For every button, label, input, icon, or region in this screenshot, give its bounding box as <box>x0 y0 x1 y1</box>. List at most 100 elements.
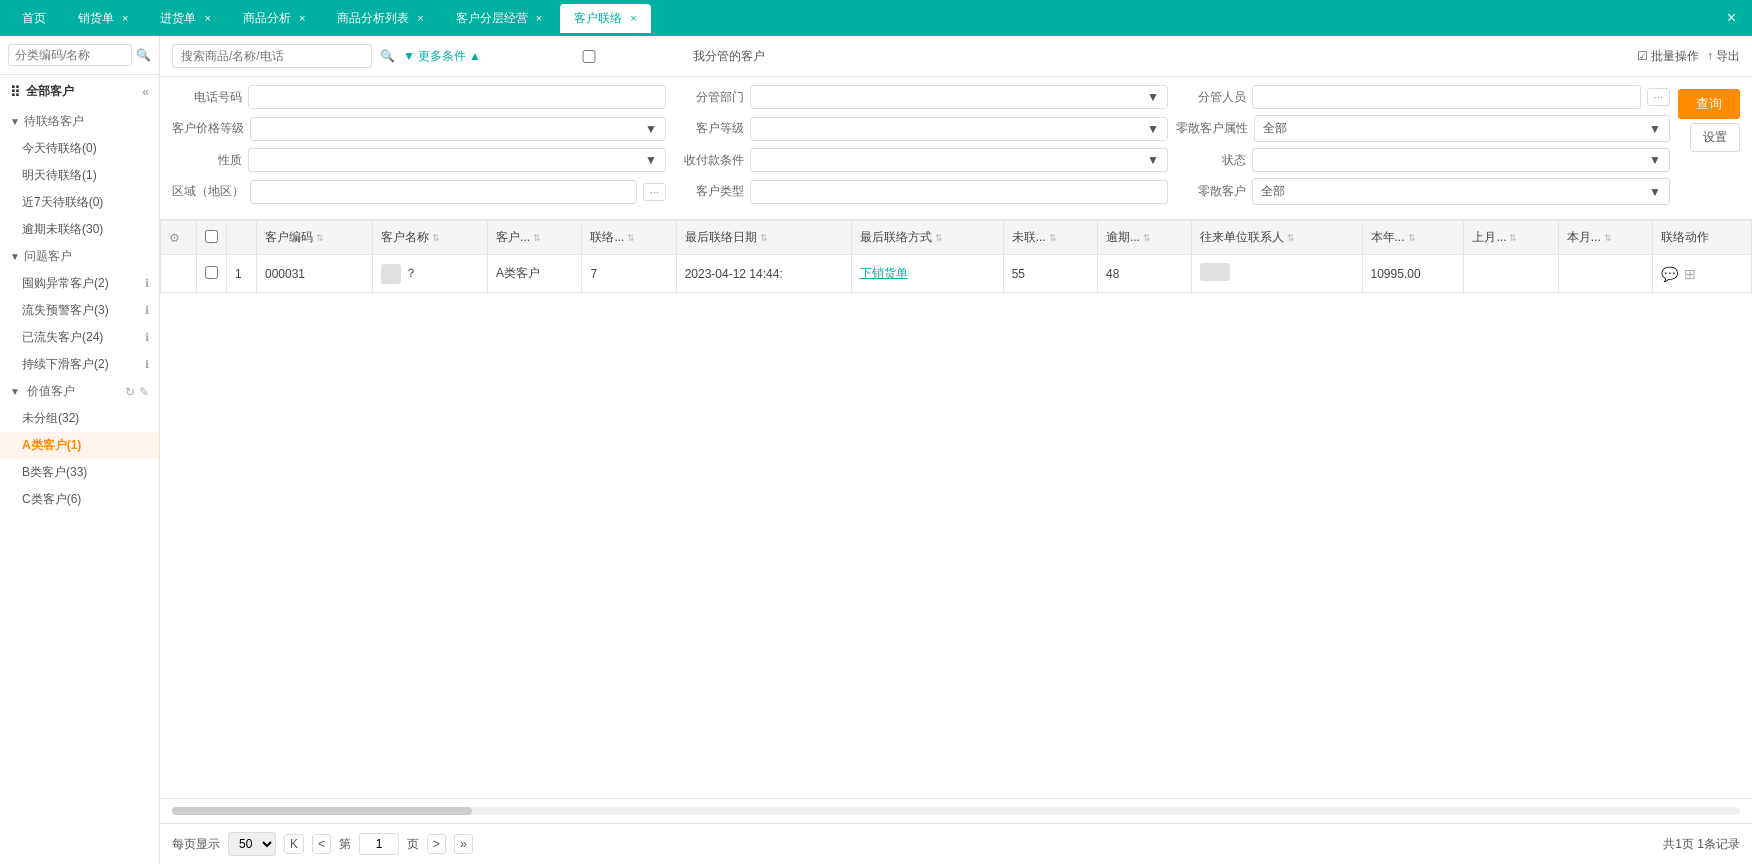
sidebar-search-area: 🔍 <box>0 36 159 75</box>
sidebar-section-problem[interactable]: ▼ 问题客户 <box>0 243 159 270</box>
nav-purchase[interactable]: 进货单 × <box>146 4 224 33</box>
status-select[interactable]: ▼ <box>1252 148 1670 172</box>
th-last-month[interactable]: 上月... ⇅ <box>1464 221 1558 255</box>
td-last-contact-method[interactable]: 下销货单 <box>851 255 1003 293</box>
sidebar-search-icon[interactable]: 🔍 <box>136 48 151 62</box>
sidebar-item-unclassified[interactable]: 未分组(32) <box>0 405 159 432</box>
phone-input[interactable] <box>248 85 666 109</box>
select-all-checkbox[interactable] <box>205 230 218 243</box>
sidebar-section-pending[interactable]: ▼ 待联络客户 <box>0 108 159 135</box>
close-goods-analysis-icon[interactable]: × <box>299 12 305 24</box>
close-purchase-icon[interactable]: × <box>204 12 210 24</box>
qr-action-icon[interactable]: ⊞ <box>1684 266 1696 282</box>
export-btn[interactable]: ↑ 导出 <box>1707 48 1740 65</box>
person-more-btn[interactable]: ··· <box>1647 88 1670 106</box>
settings-icon[interactable]: ⚙ <box>169 231 180 245</box>
sidebar-item-hoarding[interactable]: 囤购异常客户(2) ℹ <box>0 270 159 297</box>
contact-method-link[interactable]: 下销货单 <box>860 266 908 280</box>
th-customer-type[interactable]: 客户... ⇅ <box>488 221 582 255</box>
query-btn[interactable]: 查询 <box>1678 89 1740 119</box>
customer-avatar <box>381 264 401 284</box>
sidebar-item-declining[interactable]: 持续下滑客户(2) ℹ <box>0 351 159 378</box>
nav-sales[interactable]: 销货单 × <box>64 4 142 33</box>
nature-select[interactable]: ▼ <box>248 148 666 172</box>
filter-row-4: 区域（地区） ··· 客户类型 零散客户 全部▼ <box>172 178 1670 205</box>
region-input[interactable] <box>250 180 637 204</box>
customer-type-input[interactable] <box>750 180 1168 204</box>
sidebar-item-churned[interactable]: 已流失客户(24) ℹ <box>0 324 159 351</box>
filter-cell-customer-type: 客户类型 <box>674 180 1168 204</box>
prev-page-btn[interactable]: < <box>312 834 331 854</box>
th-unit-contact[interactable]: 往来单位联系人 ⇅ <box>1192 221 1362 255</box>
first-page-btn[interactable]: K <box>284 834 304 854</box>
nav-home[interactable]: 首页 <box>8 4 60 33</box>
th-last-contact-method[interactable]: 最后联络方式 ⇅ <box>851 221 1003 255</box>
sidebar-item-today[interactable]: 今天待联络(0) <box>0 135 159 162</box>
unit-contact-avatar <box>1200 263 1230 281</box>
last-page-btn[interactable]: » <box>454 834 473 854</box>
th-last-contact-date[interactable]: 最后联络日期 ⇅ <box>676 221 851 255</box>
next-page-btn[interactable]: > <box>427 834 446 854</box>
my-customers-input[interactable] <box>489 50 689 63</box>
sidebar-collapse-icon[interactable]: « <box>142 85 149 99</box>
refresh-icon[interactable]: ↻ <box>125 385 135 399</box>
close-goods-list-icon[interactable]: × <box>417 12 423 24</box>
search-input[interactable] <box>172 44 372 68</box>
settings-btn[interactable]: 设置 <box>1690 123 1740 152</box>
sidebar-item-tomorrow[interactable]: 明天待联络(1) <box>0 162 159 189</box>
sidebar-item-class-c[interactable]: C类客户(6) <box>0 486 159 513</box>
arrow-icon-value: ▼ <box>10 386 20 397</box>
th-customer-code[interactable]: 客户编码 ⇅ <box>257 221 373 255</box>
payment-select[interactable]: ▼ <box>750 148 1168 172</box>
scrollbar-thumb[interactable] <box>172 807 472 815</box>
sidebar-item-7days[interactable]: 近7天待联络(0) <box>0 189 159 216</box>
dept-select[interactable]: ▼ <box>750 85 1168 109</box>
close-all-btn[interactable]: × <box>1719 9 1744 27</box>
th-contact-count[interactable]: 联络... ⇅ <box>582 221 676 255</box>
scrollbar-track[interactable] <box>172 807 1740 815</box>
arrow-icon-problem: ▼ <box>10 251 20 262</box>
nav-customer-contact[interactable]: 客户联络 × <box>560 4 650 33</box>
th-customer-name[interactable]: 客户名称 ⇅ <box>372 221 488 255</box>
region-more-btn[interactable]: ··· <box>643 183 666 201</box>
retail-customer-select[interactable]: 全部▼ <box>1252 178 1670 205</box>
sort-icon4: ⇅ <box>627 233 635 243</box>
sidebar-section-value[interactable]: ▼ 价值客户 ↻ ✎ <box>0 378 159 405</box>
page-input[interactable] <box>359 833 399 855</box>
close-sales-icon[interactable]: × <box>122 12 128 24</box>
person-input[interactable] <box>1252 85 1641 109</box>
top-nav: 首页 销货单 × 进货单 × 商品分析 × 商品分析列表 × 客户分层经营 × … <box>0 0 1752 36</box>
nav-goods-analysis[interactable]: 商品分析 × <box>229 4 319 33</box>
close-customer-contact-icon[interactable]: × <box>630 12 636 24</box>
td-checkbox[interactable] <box>197 255 227 293</box>
my-customers-checkbox[interactable]: 我分管的客户 <box>489 48 765 65</box>
row-checkbox[interactable] <box>205 266 218 279</box>
sidebar-item-class-a[interactable]: A类客户(1) <box>0 432 159 459</box>
more-filters-btn[interactable]: ▼ 更多条件 ▲ <box>403 48 481 65</box>
price-level-select[interactable]: ▼ <box>250 117 666 141</box>
scroll-area <box>160 798 1752 823</box>
sidebar-item-churn-warning[interactable]: 流失预警客户(3) ℹ <box>0 297 159 324</box>
edit-icon[interactable]: ✎ <box>139 385 149 399</box>
page-size-select[interactable]: 50 <box>228 832 276 856</box>
filter-cell-payment: 收付款条件 ▼ <box>674 148 1168 172</box>
search-icon[interactable]: 🔍 <box>380 49 395 63</box>
th-checkbox[interactable] <box>197 221 227 255</box>
sidebar-item-class-b[interactable]: B类客户(33) <box>0 459 159 486</box>
th-settings[interactable]: ⚙ <box>161 221 197 255</box>
comment-action-icon[interactable]: 💬 <box>1661 266 1678 282</box>
nav-goods-analysis-list[interactable]: 商品分析列表 × <box>323 4 437 33</box>
nav-customer-tier[interactable]: 客户分层经营 × <box>442 4 556 33</box>
sidebar-search-input[interactable] <box>8 44 132 66</box>
customer-level-select[interactable]: ▼ <box>750 117 1168 141</box>
th-overdue[interactable]: 逾期... ⇅ <box>1097 221 1191 255</box>
sidebar-item-overdue[interactable]: 逾期未联络(30) <box>0 216 159 243</box>
close-customer-tier-icon[interactable]: × <box>536 12 542 24</box>
batch-op-btn[interactable]: ☑ 批量操作 <box>1637 48 1699 65</box>
sidebar-all-customers-header[interactable]: ⠿ 全部客户 « <box>0 75 159 108</box>
td-contact-count: 7 <box>582 255 676 293</box>
retail-attr-select[interactable]: 全部▼ <box>1254 115 1670 142</box>
th-not-contacted[interactable]: 未联... ⇅ <box>1003 221 1097 255</box>
th-this-year[interactable]: 本年... ⇅ <box>1362 221 1464 255</box>
th-this-month[interactable]: 本月... ⇅ <box>1558 221 1652 255</box>
